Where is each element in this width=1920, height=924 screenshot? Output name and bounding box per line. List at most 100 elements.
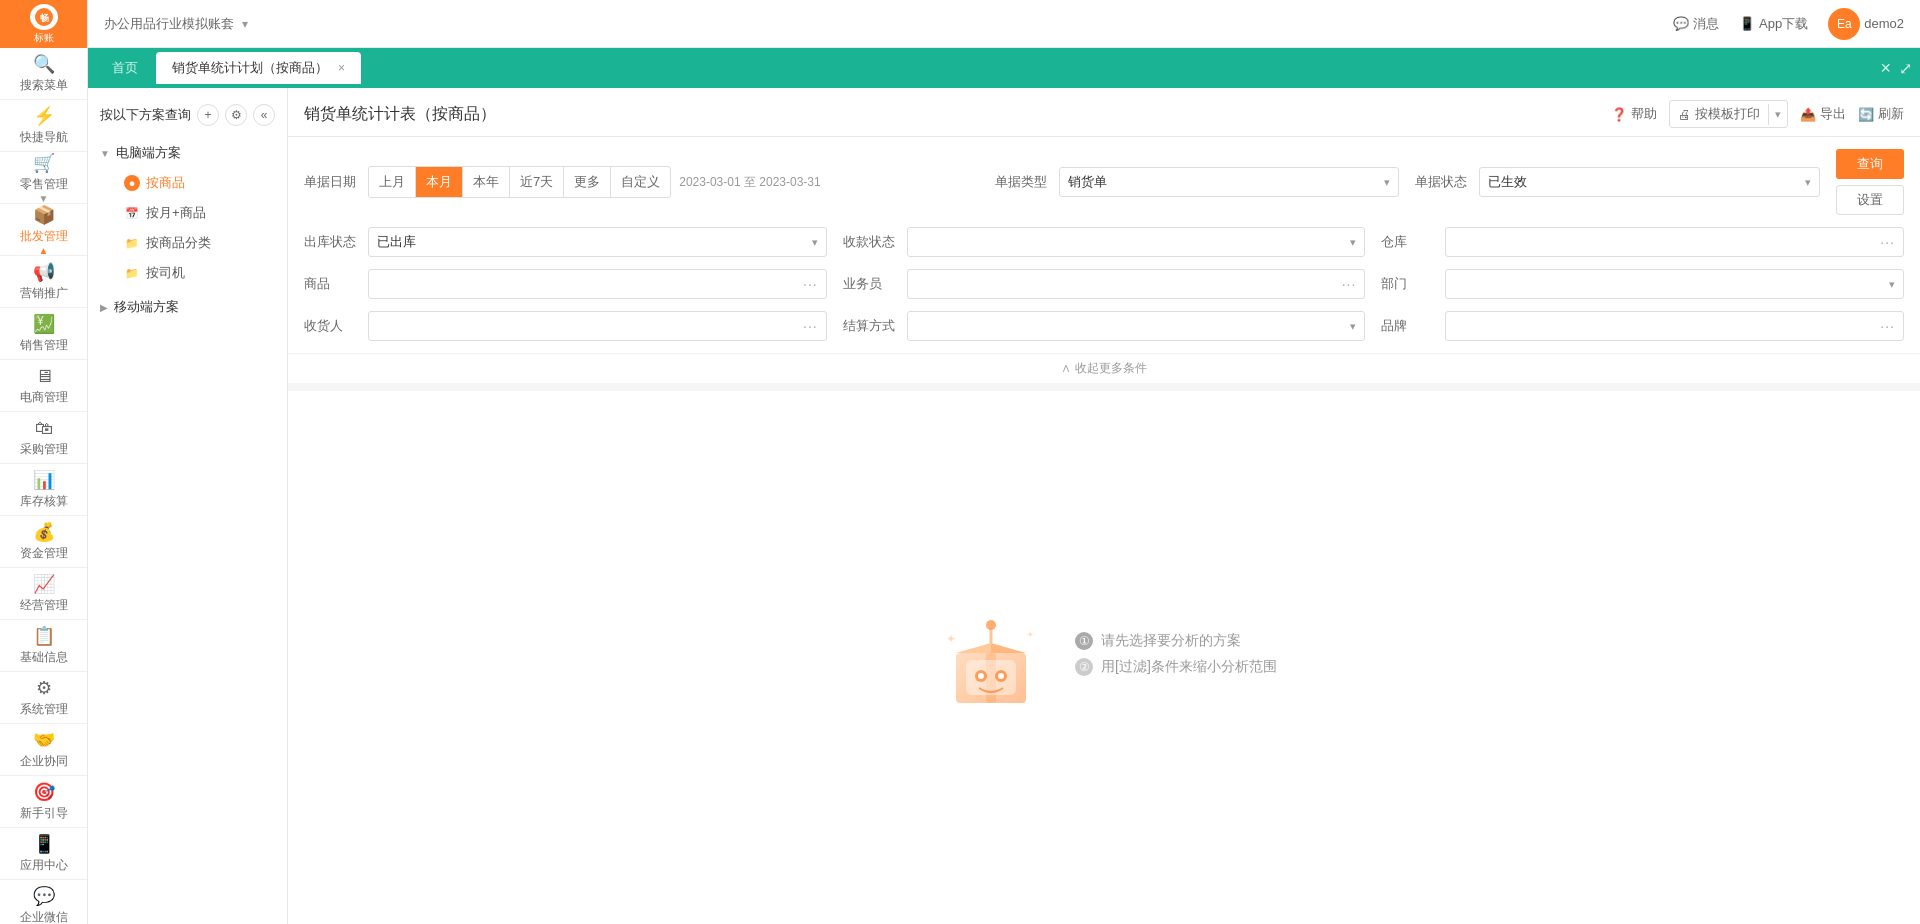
payment-label: 结算方式 [843,317,899,335]
collapse-bar[interactable]: ∧ 收起更多条件 [288,353,1920,383]
refresh-button[interactable]: 🔄 刷新 [1858,105,1904,123]
message-action[interactable]: 💬 消息 [1673,15,1719,33]
sidebar-item-system[interactable]: ⚙ 系统管理 [0,672,87,724]
date-tab-current-month[interactable]: 本月 [416,167,463,197]
tip-num-1: ① [1075,632,1093,650]
sidebar-item-marketing[interactable]: 📢 营销推广 [0,256,87,308]
status-select[interactable]: 已生效 ▾ [1479,167,1820,197]
sidebar-item-wholesale[interactable]: 📦 批发管理 ▲ [0,204,87,256]
panel-actions: + ⚙ « [197,104,275,126]
tree-mobile-expand-arrow: ▶ [100,302,108,313]
sidebar-item-basic[interactable]: 📋 基础信息 [0,620,87,672]
retail-icon: 🛒 [33,152,55,174]
sidebar-item-purchase[interactable]: 🛍 采购管理 [0,412,87,464]
tree-item-by-product[interactable]: ● 按商品 [88,168,287,198]
date-filter-group: 单据日期 上月 本月 本年 近7天 更多 自定义 2023-03-01 至 20… [304,166,979,198]
empty-tip-1: ① 请先选择要分析的方案 [1075,632,1277,650]
sidebar-item-retail[interactable]: 🛒 零售管理 ▼ [0,152,87,204]
date-tab-prev-month[interactable]: 上月 [369,167,416,197]
window-expand-button[interactable]: ⤢ [1899,59,1912,78]
staff-more-dots: ··· [1342,276,1357,292]
date-tab-more[interactable]: 更多 [564,167,611,197]
tree-section: ▼ 电脑端方案 ● 按商品 📅 按月+商品 📁 按商品分类 📁 按司机 [88,134,287,326]
payment-dropdown-arrow: ▾ [1350,320,1356,333]
sidebar-item-system-label: 系统管理 [20,701,68,718]
purchase-icon: 🛍 [35,418,53,439]
print-icon: 🖨 [1678,107,1691,122]
collapse-label: ∧ 收起更多条件 [1061,361,1146,375]
sidebar-item-appstore[interactable]: 📱 应用中心 [0,828,87,880]
tab-home[interactable]: 首页 [96,52,154,84]
payment-select[interactable]: ▾ [907,311,1366,341]
app-download-label: App下载 [1759,15,1808,33]
tab-current-label: 销货单统计计划（按商品） [172,59,328,77]
print-button[interactable]: 🖨 按模板打印 [1670,101,1768,127]
sidebar-item-ops[interactable]: 📈 经营管理 [0,568,87,620]
tab-current[interactable]: 销货单统计计划（按商品） × [156,52,361,84]
warehouse-select[interactable]: ··· [1445,227,1904,257]
tree-month-icon: 📅 [124,205,140,221]
sidebar-item-inventory[interactable]: 📊 库存核算 [0,464,87,516]
tree-item-by-category[interactable]: 📁 按商品分类 [88,228,287,258]
dept-label: 部门 [1381,275,1437,293]
date-tab-year[interactable]: 本年 [463,167,510,197]
top-header: 办公用品行业模拟账套 ▾ 💬 消息 📱 App下载 Ea demo2 [88,0,1920,48]
message-icon: 💬 [1673,16,1689,31]
panel-add-button[interactable]: + [197,104,219,126]
print-dropdown-button[interactable]: ▾ [1768,104,1787,125]
tree-category-icon: 📁 [124,235,140,251]
logo-icon: 畅 [30,4,58,30]
tab-close-button[interactable]: × [338,61,345,75]
paystatus-label: 收款状态 [843,233,899,251]
sidebar-item-collab[interactable]: 🤝 企业协同 [0,724,87,776]
sidebar-item-ecom[interactable]: 🖥 电商管理 [0,360,87,412]
wechat-icon: 💬 [33,885,55,907]
help-button[interactable]: ❓ 帮助 [1611,105,1657,123]
receiver-select[interactable]: ··· [368,311,827,341]
sidebar-item-purchase-label: 采购管理 [20,441,68,458]
brand-select[interactable]: ··· [1445,311,1904,341]
query-button[interactable]: 查询 [1836,149,1904,179]
window-close-button[interactable]: × [1880,58,1891,79]
product-select[interactable]: ··· [368,269,827,299]
marketing-icon: 📢 [33,261,55,283]
collab-icon: 🤝 [33,729,55,751]
finance-icon: 💰 [33,521,55,543]
settings-button[interactable]: 设置 [1836,185,1904,215]
date-tab-7days[interactable]: 近7天 [510,167,564,197]
workspace-dropdown[interactable]: ▾ [242,17,248,31]
expand-arrow: ▼ [39,193,49,204]
sidebar-item-finance[interactable]: 💰 资金管理 [0,516,87,568]
sidebar-item-sales[interactable]: 💹 销售管理 [0,308,87,360]
date-tabs: 上月 本月 本年 近7天 更多 自定义 [368,166,671,198]
app-download-action[interactable]: 📱 App下载 [1739,15,1808,33]
ops-icon: 📈 [33,573,55,595]
sidebar-item-inventory-label: 库存核算 [20,493,68,510]
sidebar-item-guide[interactable]: 🎯 新手引导 [0,776,87,828]
staff-select[interactable]: ··· [907,269,1366,299]
basic-icon: 📋 [33,625,55,647]
panel-settings-button[interactable]: ⚙ [225,104,247,126]
user-action[interactable]: Ea demo2 [1828,8,1904,40]
outstatus-select[interactable]: 已出库 ▾ [368,227,827,257]
tree-item-by-driver[interactable]: 📁 按司机 [88,258,287,288]
inventory-icon: 📊 [33,469,55,491]
export-label: 导出 [1820,105,1846,123]
tab-bar: 首页 销货单统计计划（按商品） × × ⤢ [88,48,1920,88]
sidebar-item-wechat[interactable]: 💬 企业微信 [0,880,87,924]
sidebar-item-search[interactable]: 🔍 搜索菜单 [0,48,87,100]
tree-by-driver-label: 按司机 [146,264,185,282]
brand-filter-group: 品牌 ··· [1381,311,1904,341]
dept-select[interactable]: ▾ [1445,269,1904,299]
panel-collapse-button[interactable]: « [253,104,275,126]
date-tab-custom[interactable]: 自定义 [611,167,670,197]
export-button[interactable]: 📤 导出 [1800,105,1846,123]
header-left: 办公用品行业模拟账套 ▾ [104,15,248,33]
svg-marker-4 [991,643,1026,653]
doctype-select[interactable]: 销货单 ▾ [1059,167,1400,197]
tree-item-by-month-product[interactable]: 📅 按月+商品 [88,198,287,228]
paystatus-select[interactable]: ▾ [907,227,1366,257]
tab-home-label: 首页 [112,59,138,77]
status-label: 单据状态 [1415,173,1471,191]
sidebar-item-quick[interactable]: ⚡ 快捷导航 [0,100,87,152]
